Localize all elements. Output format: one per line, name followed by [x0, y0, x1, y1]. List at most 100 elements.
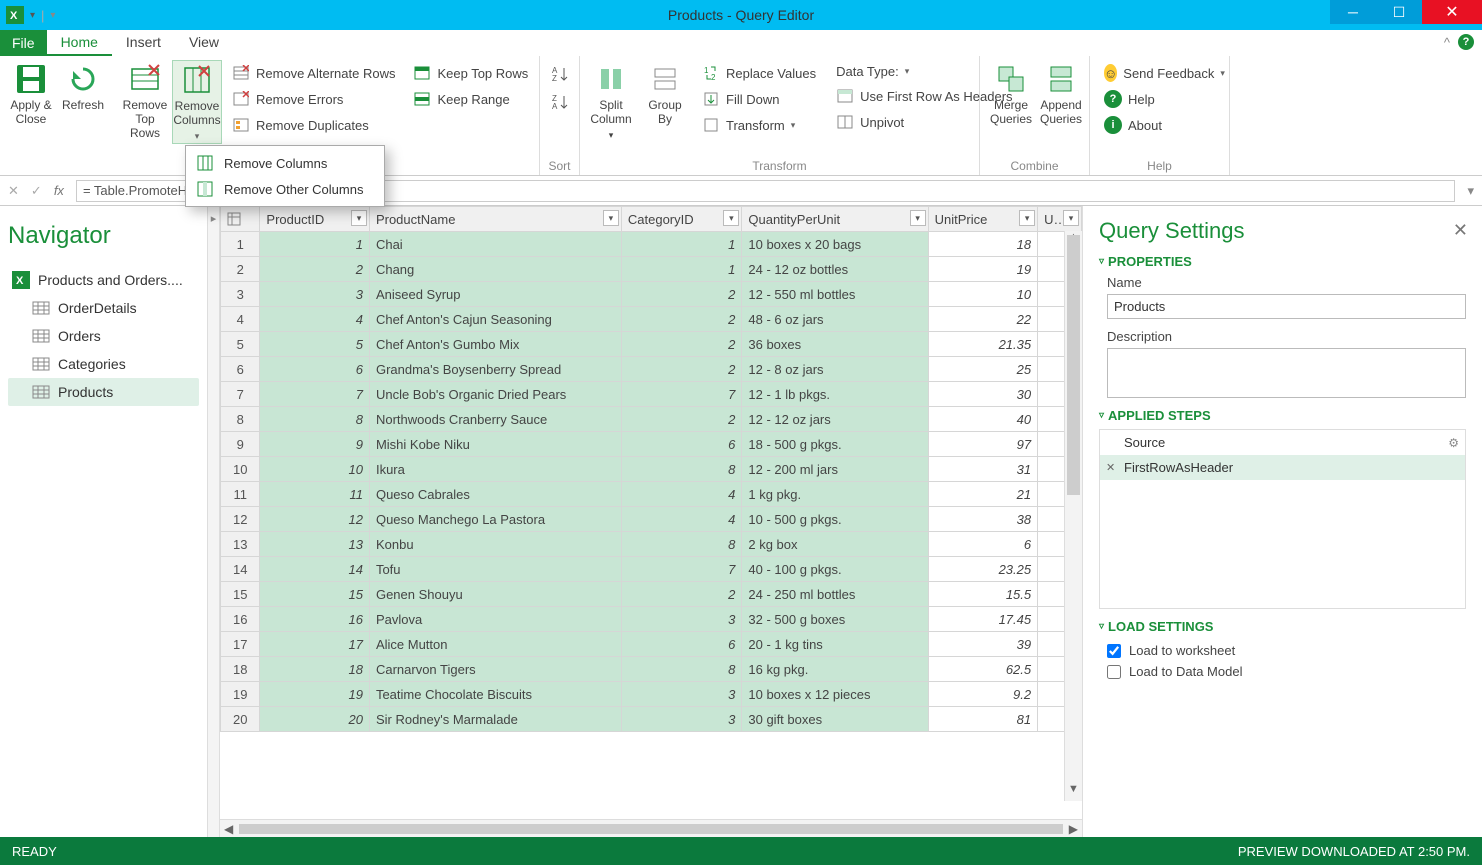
fill-down-button[interactable]: Fill Down [698, 88, 820, 110]
column-header-categoryid[interactable]: CategoryID▾ [621, 207, 741, 232]
properties-header[interactable]: ▿PROPERTIES [1099, 254, 1466, 269]
remove-errors-button[interactable]: Remove Errors [228, 88, 399, 110]
maximize-button[interactable]: ☐ [1376, 0, 1422, 24]
help-button[interactable]: ?Help [1100, 88, 1219, 110]
table-row[interactable]: 1111Queso Cabrales41 kg pkg.21 [221, 482, 1082, 507]
table-row[interactable]: 1414Tofu740 - 100 g pkgs.23.25 [221, 557, 1082, 582]
table-row[interactable]: 1515Genen Shouyu224 - 250 ml bottles15.5 [221, 582, 1082, 607]
load-worksheet-checkbox[interactable]: Load to worksheet [1099, 640, 1466, 661]
table-row[interactable]: 1919Teatime Chocolate Biscuits310 boxes … [221, 682, 1082, 707]
load-datamodel-checkbox[interactable]: Load to Data Model [1099, 661, 1466, 682]
grid-corner[interactable] [221, 207, 260, 232]
column-header-unitprice[interactable]: UnitPrice▾ [928, 207, 1038, 232]
gear-icon[interactable]: ⚙ [1448, 436, 1459, 450]
replace-values-button[interactable]: 12Replace Values [698, 62, 820, 84]
refresh-button[interactable]: Refresh [58, 60, 108, 144]
view-tab[interactable]: View [175, 30, 233, 56]
formula-expand-icon[interactable]: ▾ [1467, 183, 1474, 199]
transform-button[interactable]: Transform ▾ [698, 114, 820, 136]
menu-remove-columns[interactable]: Remove Columns [186, 150, 384, 176]
table-row[interactable]: 55Chef Anton's Gumbo Mix236 boxes21.35 [221, 332, 1082, 357]
navigator-collapse-handle[interactable]: ▸ [208, 206, 220, 837]
navigator-item-orders[interactable]: Orders [8, 322, 199, 350]
filter-icon[interactable]: ▾ [910, 210, 926, 226]
table-row[interactable]: 1818Carnarvon Tigers816 kg pkg.62.5 [221, 657, 1082, 682]
remove-duplicates-button[interactable]: Remove Duplicates [228, 114, 399, 136]
table-row[interactable]: 77Uncle Bob's Organic Dried Pears712 - 1… [221, 382, 1082, 407]
horizontal-scrollbar[interactable]: ◀▶ [220, 819, 1082, 837]
status-left: READY [12, 844, 57, 859]
apply-close-button[interactable]: Apply & Close [6, 60, 56, 144]
formula-accept-icon[interactable]: ✓ [31, 183, 42, 199]
remove-other-columns-menu-icon [196, 180, 214, 198]
remove-alternate-rows-button[interactable]: Remove Alternate Rows [228, 62, 399, 84]
about-button[interactable]: iAbout [1100, 114, 1219, 136]
column-header-productid[interactable]: ProductID▾ [260, 207, 370, 232]
send-feedback-button[interactable]: ☺Send Feedback ▾ [1100, 62, 1219, 84]
keep-range-button[interactable]: Keep Range [409, 88, 532, 110]
table-row[interactable]: 1313Konbu82 kg box6 [221, 532, 1082, 557]
table-row[interactable]: 1717Alice Mutton620 - 1 kg tins39 [221, 632, 1082, 657]
table-row[interactable]: 44Chef Anton's Cajun Seasoning248 - 6 oz… [221, 307, 1082, 332]
table-row[interactable]: 22Chang124 - 12 oz bottles19 [221, 257, 1082, 282]
applied-steps-header[interactable]: ▿APPLIED STEPS [1099, 408, 1466, 423]
svg-text:Z: Z [552, 74, 557, 83]
ribbon-help-icon[interactable]: ? [1458, 34, 1474, 50]
navigator-item-categories[interactable]: Categories [8, 350, 199, 378]
formula-cancel-icon[interactable]: ✕ [8, 183, 19, 199]
table-row[interactable]: 1212Queso Manchego La Pastora410 - 500 g… [221, 507, 1082, 532]
table-row[interactable]: 33Aniseed Syrup212 - 550 ml bottles10 [221, 282, 1082, 307]
fx-icon[interactable]: fx [54, 183, 64, 198]
step-firstrowasheader[interactable]: ✕FirstRowAsHeader [1100, 455, 1465, 480]
data-grid[interactable]: ProductID▾ProductName▾CategoryID▾Quantit… [220, 206, 1082, 732]
name-input[interactable] [1107, 294, 1466, 319]
keep-top-rows-button[interactable]: Keep Top Rows [409, 62, 532, 84]
table-row[interactable]: 99Mishi Kobe Niku618 - 500 g pkgs.97 [221, 432, 1082, 457]
column-header-productname[interactable]: ProductName▾ [369, 207, 621, 232]
description-input[interactable] [1107, 348, 1466, 398]
home-tab[interactable]: Home [47, 30, 112, 56]
filter-icon[interactable]: ▾ [351, 210, 367, 226]
close-button[interactable]: ✕ [1422, 0, 1482, 24]
table-row[interactable]: 1616Pavlova332 - 500 g boxes17.45 [221, 607, 1082, 632]
remove-columns-button[interactable]: Remove Columns ▾ [172, 60, 222, 144]
settings-close-icon[interactable]: ✕ [1453, 220, 1468, 241]
table-row[interactable]: 2020Sir Rodney's Marmalade330 gift boxes… [221, 707, 1082, 732]
navigator-root[interactable]: X Products and Orders.... [8, 266, 199, 294]
sort-asc-button[interactable]: AZ [550, 64, 570, 84]
split-column-button[interactable]: Split Column▾ [586, 60, 636, 142]
group-by-button[interactable]: Group By [640, 60, 690, 142]
table-row[interactable]: 1010Ikura812 - 200 ml jars31 [221, 457, 1082, 482]
column-header-quantityperunit[interactable]: QuantityPerUnit▾ [742, 207, 928, 232]
qat-dropdown-icon[interactable]: ▾ [30, 10, 35, 21]
remove-top-rows-button[interactable]: Remove Top Rows [120, 60, 170, 144]
group-label-transform: Transform [586, 157, 973, 175]
column-header-unit[interactable]: Unit▾ [1038, 207, 1082, 232]
merge-queries-button[interactable]: Merge Queries [986, 60, 1036, 129]
vertical-scrollbar[interactable]: ▲ ▼ [1064, 231, 1082, 801]
qat-undo-icon[interactable]: ▾ [50, 10, 55, 21]
ribbon-collapse-icon[interactable]: ^ [1444, 35, 1450, 50]
minimize-button[interactable]: ─ [1330, 0, 1376, 24]
menu-remove-other-columns[interactable]: Remove Other Columns [186, 176, 384, 202]
navigator-item-orderdetails[interactable]: OrderDetails [8, 294, 199, 322]
file-tab[interactable]: File [0, 30, 47, 56]
applied-steps-list[interactable]: Source⚙✕FirstRowAsHeader [1099, 429, 1466, 609]
group-label-help: Help [1096, 157, 1223, 175]
table-row[interactable]: 88Northwoods Cranberry Sauce212 - 12 oz … [221, 407, 1082, 432]
table-row[interactable]: 66Grandma's Boysenberry Spread212 - 8 oz… [221, 357, 1082, 382]
filter-icon[interactable]: ▾ [603, 210, 619, 226]
refresh-icon [66, 62, 100, 96]
append-queries-button[interactable]: Append Queries [1036, 60, 1086, 129]
insert-tab[interactable]: Insert [112, 30, 175, 56]
table-icon [32, 329, 50, 343]
sort-desc-button[interactable]: ZA [550, 92, 570, 112]
delete-step-icon[interactable]: ✕ [1106, 461, 1115, 474]
filter-icon[interactable]: ▾ [1063, 210, 1079, 226]
navigator-item-products[interactable]: Products [8, 378, 199, 406]
table-row[interactable]: 11Chai110 boxes x 20 bags18 [221, 232, 1082, 257]
filter-icon[interactable]: ▾ [723, 210, 739, 226]
load-settings-header[interactable]: ▿LOAD SETTINGS [1099, 619, 1466, 634]
step-source[interactable]: Source⚙ [1100, 430, 1465, 455]
filter-icon[interactable]: ▾ [1019, 210, 1035, 226]
